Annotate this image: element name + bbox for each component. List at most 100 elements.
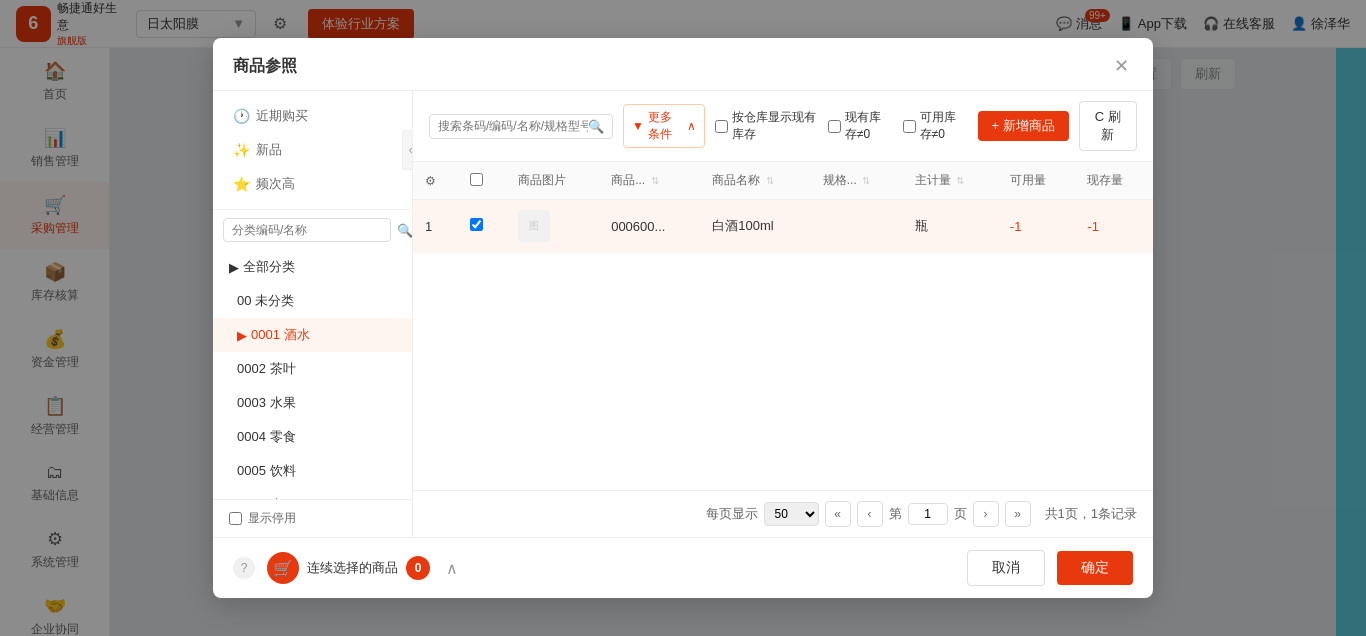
clock-icon: 🕐 (233, 108, 250, 124)
add-product-button[interactable]: + 新增商品 (978, 111, 1069, 141)
row-available-cell: -1 (998, 200, 1076, 253)
close-button[interactable]: ✕ (1109, 54, 1133, 78)
cat-item-uncategorized[interactable]: 00 未分类 (213, 284, 412, 318)
cat-item-liquor[interactable]: ▶ 0001 酒水 (213, 318, 412, 352)
recent-purchase-btn[interactable]: 🕐 近期购买 (223, 101, 402, 131)
col-spec-sort-icon: ⇅ (862, 175, 870, 186)
recent-purchase-label: 近期购买 (256, 107, 308, 125)
cat-liquor-label: 0001 酒水 (251, 326, 310, 344)
filter-arrow-icon: ∧ (687, 119, 696, 133)
col-checkbox (458, 162, 506, 200)
col-name[interactable]: 商品名称 ⇅ (700, 162, 810, 200)
refresh-button[interactable]: C 刷新 (1079, 101, 1137, 151)
available-label: 现有库存≠0 (845, 109, 893, 143)
modal-footer: ? 🛒 连续选择的商品 0 ∧ 取消 确定 (213, 537, 1153, 598)
product-search-icon[interactable]: 🔍 (588, 119, 604, 134)
available-filter[interactable]: 现有库存≠0 (828, 109, 893, 143)
available-checkbox[interactable] (828, 120, 841, 133)
frequent-btn[interactable]: ⭐ 频次高 (223, 169, 402, 199)
product-available: -1 (1010, 219, 1022, 234)
prev-page-button[interactable]: ‹ (857, 501, 883, 527)
cat-tea-label: 0002 茶叶 (237, 360, 296, 378)
modal-title: 商品参照 (233, 56, 297, 77)
quick-filters: « 🕐 近期购买 ✨ 新品 ⭐ 频次高 (213, 91, 412, 210)
cat-item-all[interactable]: ▶ 全部分类 (213, 250, 412, 284)
product-table: ⚙ 商品图片 商品... ⇅ (413, 162, 1153, 253)
product-reference-modal: 商品参照 ✕ « 🕐 近期购买 ✨ 新品 (213, 38, 1153, 598)
category-search-input[interactable] (223, 218, 391, 242)
cat-item-beverage[interactable]: 0005 饮料 (213, 454, 412, 488)
warehouse-checkbox[interactable] (715, 120, 728, 133)
cat-item-tea[interactable]: 0002 茶叶 (213, 352, 412, 386)
modal-header: 商品参照 ✕ (213, 38, 1153, 91)
frequent-label: 频次高 (256, 175, 295, 193)
product-table-wrap: ⚙ 商品图片 商品... ⇅ (413, 162, 1153, 490)
row-unit-cell: 瓶 (903, 200, 998, 253)
first-page-button[interactable]: « (825, 501, 851, 527)
product-table-body: 1 图 000600... (413, 200, 1153, 253)
filter-icon: ▼ (632, 119, 644, 133)
more-filter-button[interactable]: ▼ 更多条件 ∧ (623, 104, 705, 148)
row-spec-cell (811, 200, 903, 253)
new-products-label: 新品 (256, 141, 282, 159)
total-info: 共1页，1条记录 (1045, 505, 1137, 523)
cancel-button[interactable]: 取消 (967, 550, 1045, 586)
col-unit-label: 主计量 (915, 173, 951, 187)
row-image-cell: 图 (506, 200, 599, 253)
table-row[interactable]: 1 图 000600... (413, 200, 1153, 253)
confirm-button[interactable]: 确定 (1057, 551, 1133, 585)
row-checkbox[interactable] (470, 218, 483, 231)
next-page-button[interactable]: › (973, 501, 999, 527)
modal-body: « 🕐 近期购买 ✨ 新品 ⭐ 频次高 (213, 91, 1153, 537)
category-search-row: 🔍 (213, 210, 412, 250)
product-image-placeholder: 图 (518, 210, 550, 242)
warehouse-filter[interactable]: 按仓库显示现有库存 (715, 109, 818, 143)
cart-area: 🛒 连续选择的商品 0 (267, 552, 430, 584)
per-page-label: 每页显示 (706, 505, 758, 523)
product-stock: -1 (1087, 219, 1099, 234)
cat-item-water[interactable]: 0008 水 (213, 488, 412, 499)
col-spec[interactable]: 规格... ⇅ (811, 162, 903, 200)
continuous-label: 连续选择的商品 (307, 559, 398, 577)
col-unit[interactable]: 主计量 ⇅ (903, 162, 998, 200)
usable-filter[interactable]: 可用库存≠0 (903, 109, 968, 143)
page-label: 第 (889, 505, 902, 523)
show-disabled-checkbox[interactable] (229, 512, 242, 525)
cat-item-snack[interactable]: 0004 零食 (213, 420, 412, 454)
row-checkbox-cell[interactable] (458, 200, 506, 253)
page-number-input[interactable] (908, 503, 948, 525)
product-unit: 瓶 (915, 218, 928, 233)
per-page-select[interactable]: 50 10 20 100 (764, 502, 819, 526)
col-name-sort-icon: ⇅ (766, 175, 774, 186)
category-list: ▶ 全部分类 00 未分类 ▶ 0001 酒水 0002 茶叶 0003 水果 (213, 250, 412, 499)
product-code: 000600... (611, 219, 665, 234)
cat-uncategorized-label: 00 未分类 (237, 292, 294, 310)
row-code-cell: 000600... (599, 200, 700, 253)
product-search-wrap[interactable]: 🔍 (429, 114, 613, 139)
collapse-footer-icon[interactable]: ∧ (446, 559, 458, 578)
col-image: 商品图片 (506, 162, 599, 200)
last-page-button[interactable]: » (1005, 501, 1031, 527)
pagination: 每页显示 50 10 20 100 « ‹ 第 页 › » 共1页，1条记录 (413, 490, 1153, 537)
category-search-icon[interactable]: 🔍 (397, 223, 413, 238)
col-available-label: 可用量 (1010, 173, 1046, 187)
col-code[interactable]: 商品... ⇅ (599, 162, 700, 200)
help-icon[interactable]: ? (233, 557, 255, 579)
cat-all-label: 全部分类 (243, 258, 295, 276)
new-products-btn[interactable]: ✨ 新品 (223, 135, 402, 165)
col-stock-label: 现存量 (1087, 173, 1123, 187)
cat-item-fruit[interactable]: 0003 水果 (213, 386, 412, 420)
show-disabled-row: 显示停用 (213, 499, 412, 537)
usable-checkbox[interactable] (903, 120, 916, 133)
modal-overlay: 商品参照 ✕ « 🕐 近期购买 ✨ 新品 (0, 0, 1366, 636)
col-image-label: 商品图片 (518, 173, 566, 187)
row-stock-cell: -1 (1075, 200, 1153, 253)
collapse-left-btn[interactable]: « (402, 130, 413, 170)
page-unit: 页 (954, 505, 967, 523)
col-settings[interactable]: ⚙ (413, 162, 458, 200)
product-search-input[interactable] (438, 119, 588, 133)
cart-icon[interactable]: 🛒 (267, 552, 299, 584)
table-header: ⚙ 商品图片 商品... ⇅ (413, 162, 1153, 200)
select-all-checkbox[interactable] (470, 173, 483, 186)
col-code-label: 商品... (611, 173, 645, 187)
